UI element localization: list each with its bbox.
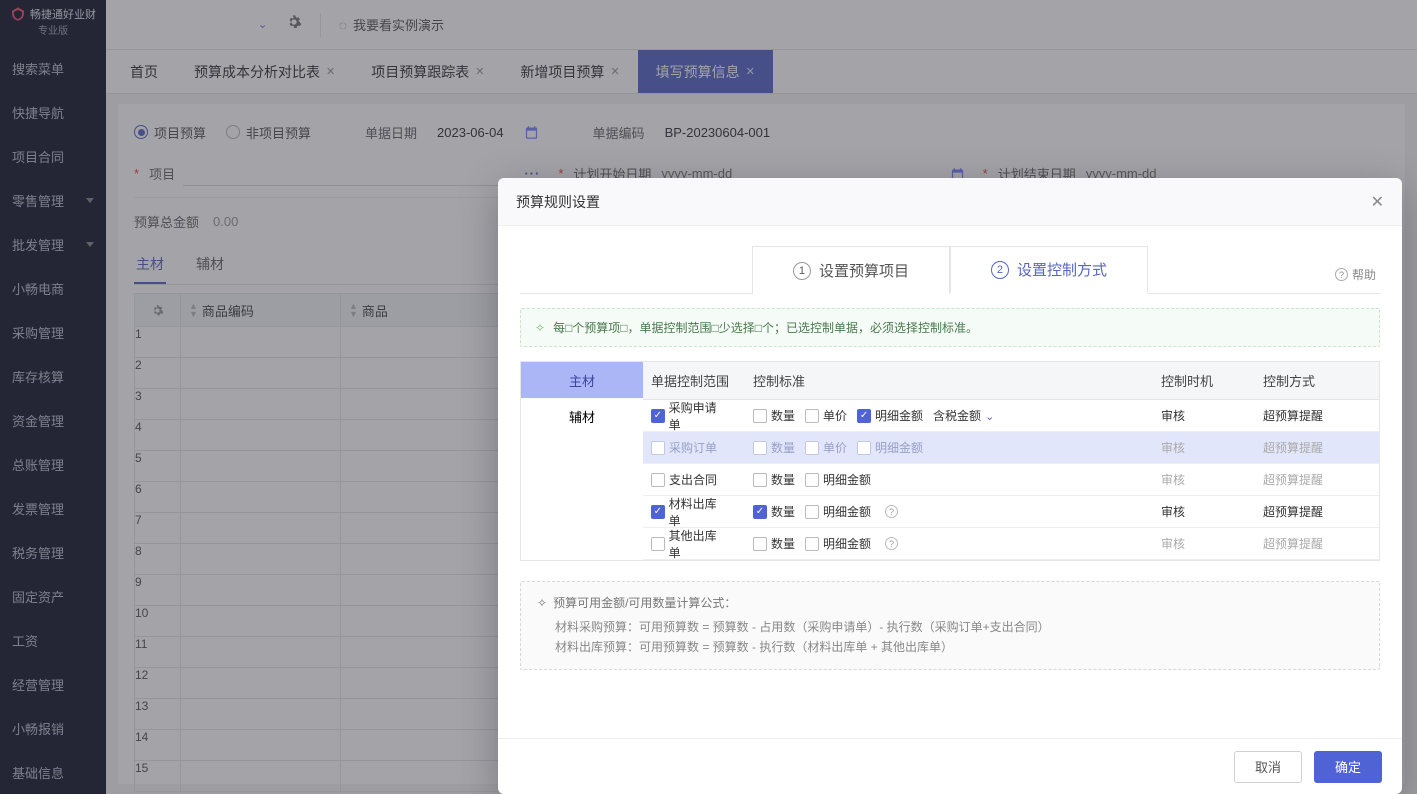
control-time: 审核 bbox=[1153, 496, 1255, 527]
control-time: 审核 bbox=[1153, 528, 1255, 559]
rule-col-std: 控制标准 bbox=[745, 362, 1153, 399]
checkbox-qty[interactable]: 数量 bbox=[753, 535, 795, 552]
control-mode: 超预算提醒 bbox=[1255, 432, 1379, 463]
help-link[interactable]: ?帮助 bbox=[1335, 266, 1376, 283]
checkbox-scope[interactable]: 支出合同 bbox=[651, 471, 717, 488]
info-icon[interactable]: ? bbox=[885, 505, 898, 518]
checkbox-detail-amt[interactable]: 明细金额 bbox=[857, 439, 923, 456]
step-tab-1[interactable]: 1设置预算项目 bbox=[752, 246, 950, 294]
checkbox-qty[interactable]: 数量 bbox=[753, 471, 795, 488]
checkbox-scope[interactable]: 采购订单 bbox=[651, 439, 717, 456]
control-time: 审核 bbox=[1153, 432, 1255, 463]
checkbox-detail-amt[interactable]: 明细金额 bbox=[805, 471, 871, 488]
close-icon[interactable]: ✕ bbox=[1371, 192, 1384, 212]
checkbox-scope[interactable]: 其他出库单 bbox=[651, 527, 727, 561]
rule-row: 其他出库单 数量明细金额? 审核超预算提醒 bbox=[643, 528, 1379, 560]
control-mode: 超预算提醒 bbox=[1255, 496, 1379, 527]
rule-left-aux[interactable]: 辅材 bbox=[521, 398, 643, 434]
control-mode: 超预算提醒 bbox=[1255, 400, 1379, 431]
control-mode: 超预算提醒 bbox=[1255, 464, 1379, 495]
control-mode: 超预算提醒 bbox=[1255, 528, 1379, 559]
cancel-button[interactable]: 取消 bbox=[1234, 751, 1302, 783]
checkbox-scope[interactable]: 材料出库单 bbox=[651, 495, 727, 529]
rule-row: 采购订单 数量单价明细金额 审核超预算提醒 bbox=[643, 432, 1379, 464]
tax-amt-dropdown[interactable]: 含税金额⌄ bbox=[933, 407, 994, 424]
control-time: 审核 bbox=[1153, 464, 1255, 495]
hint-box: ✧ 每□个预算项□，单据控制范围□少选择□个；已选控制单据，必须选择控制标准。 bbox=[520, 308, 1380, 347]
control-time: 审核 bbox=[1153, 400, 1255, 431]
rule-col-scope: 单据控制范围 bbox=[643, 362, 745, 399]
bulb-icon: ✧ bbox=[535, 321, 545, 335]
checkbox-scope[interactable]: 采购申请单 bbox=[651, 399, 727, 433]
rule-col-time: 控制时机 bbox=[1153, 362, 1255, 399]
bulb-icon: ✧ bbox=[537, 596, 547, 610]
formula-box: ✧预算可用金额/可用数量计算公式： 材料采购预算：可用预算数 = 预算数 - 占… bbox=[520, 581, 1380, 670]
checkbox-qty[interactable]: 数量 bbox=[753, 503, 795, 520]
info-icon[interactable]: ? bbox=[885, 537, 898, 550]
checkbox-detail-amt[interactable]: 明细金额 bbox=[805, 535, 871, 552]
rule-left-main[interactable]: 主材 bbox=[521, 362, 643, 398]
checkbox-qty[interactable]: 数量 bbox=[753, 439, 795, 456]
budget-rule-modal: 预算规则设置 ✕ 1设置预算项目 2设置控制方式 ?帮助 ✧ 每□个预算项□，单… bbox=[498, 178, 1402, 794]
rule-row: 采购申请单 数量单价明细金额含税金额⌄ 审核超预算提醒 bbox=[643, 400, 1379, 432]
checkbox-detail-amt[interactable]: 明细金额 bbox=[857, 407, 923, 424]
step-tabs: 1设置预算项目 2设置控制方式 ?帮助 bbox=[520, 246, 1380, 294]
checkbox-detail-amt[interactable]: 明细金额 bbox=[805, 503, 871, 520]
rule-row: 支出合同 数量明细金额 审核超预算提醒 bbox=[643, 464, 1379, 496]
checkbox-price[interactable]: 单价 bbox=[805, 439, 847, 456]
modal-title: 预算规则设置 bbox=[516, 192, 600, 212]
checkbox-qty[interactable]: 数量 bbox=[753, 407, 795, 424]
rule-col-mode: 控制方式 bbox=[1255, 362, 1379, 399]
step-tab-2[interactable]: 2设置控制方式 bbox=[950, 246, 1148, 294]
rule-area: 主材 辅材 单据控制范围 控制标准 控制时机 控制方式 采购申请单数量单价明细金… bbox=[520, 361, 1380, 561]
confirm-button[interactable]: 确定 bbox=[1314, 751, 1382, 783]
checkbox-price[interactable]: 单价 bbox=[805, 407, 847, 424]
rule-row: 材料出库单 数量明细金额? 审核超预算提醒 bbox=[643, 496, 1379, 528]
